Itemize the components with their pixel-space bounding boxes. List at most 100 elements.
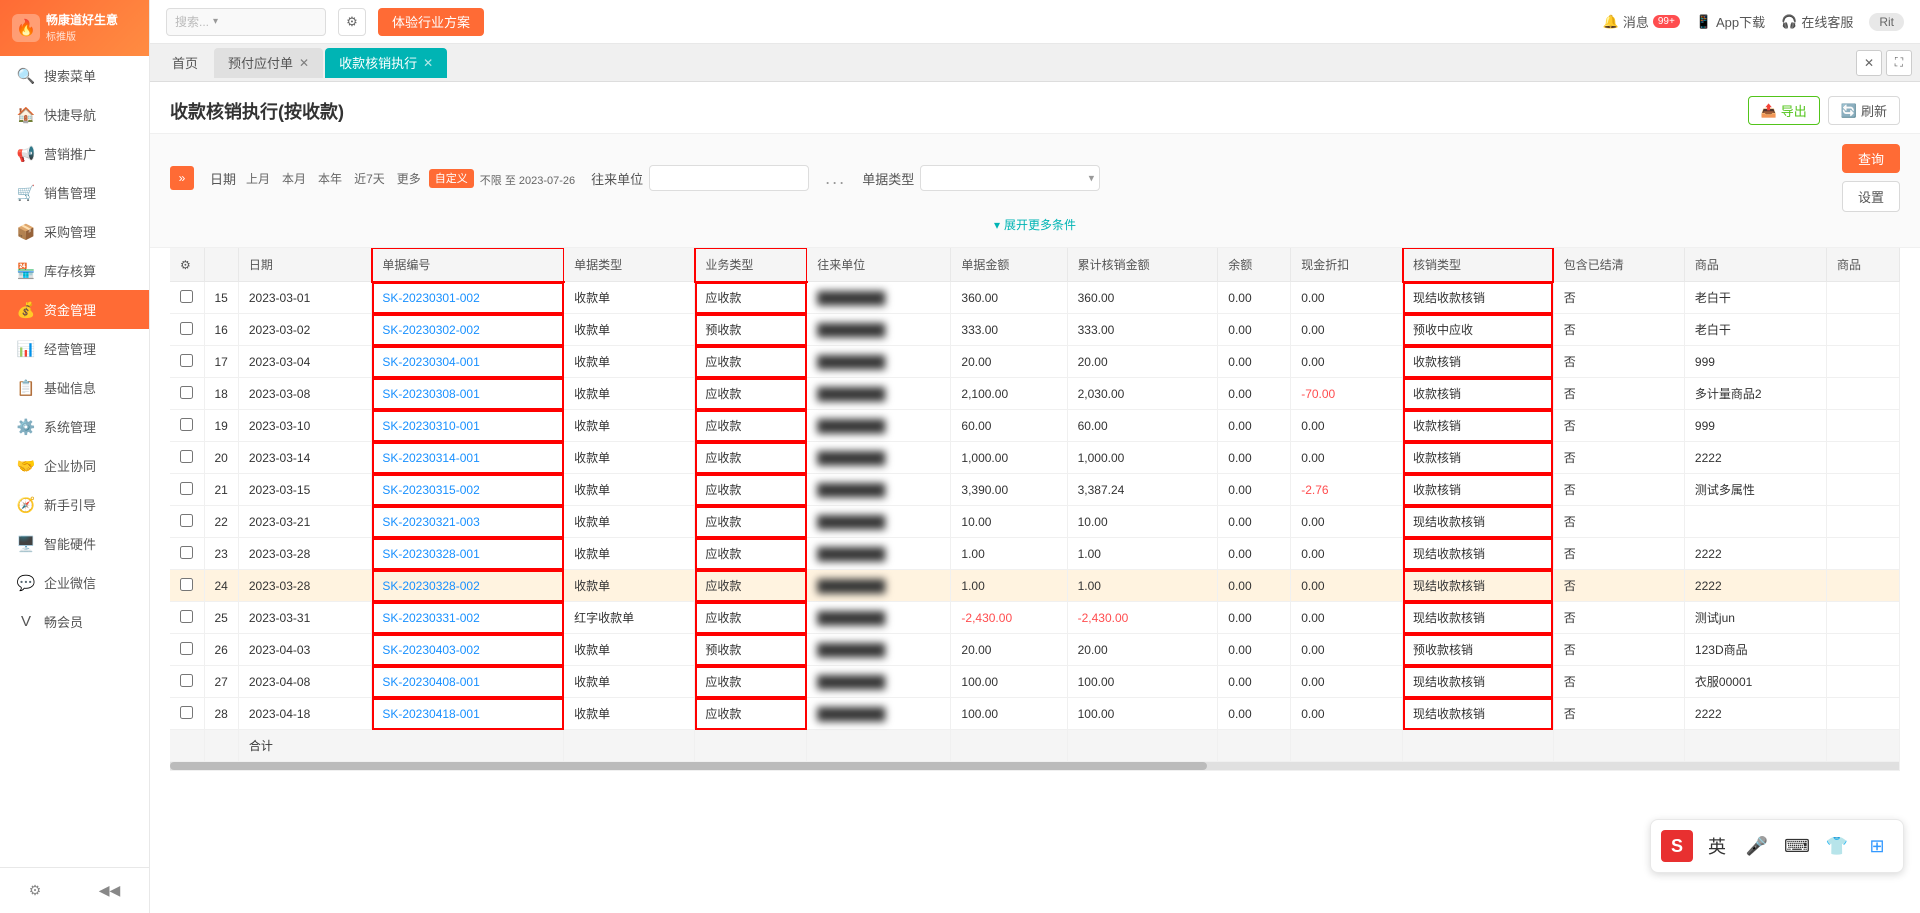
sidebar-item-quick-nav[interactable]: 🏠快捷导航 xyxy=(0,95,149,134)
tab-receipt-verify[interactable]: 收款核销执行✕ xyxy=(325,48,447,78)
row-checkbox[interactable] xyxy=(170,282,204,314)
receipt-type-select[interactable]: 收款单 红字收款单 xyxy=(920,165,1100,191)
row-checkbox[interactable] xyxy=(170,538,204,570)
user-avatar[interactable]: Rit xyxy=(1869,13,1904,31)
doc-no-link[interactable]: SK-20230403-002 xyxy=(382,643,479,657)
tab-home[interactable]: 首页 xyxy=(158,48,212,78)
doc-no-link[interactable]: SK-20230328-001 xyxy=(382,547,479,561)
date-7days[interactable]: 近7天 xyxy=(350,169,389,188)
app-download-btn[interactable]: 📱 App下载 xyxy=(1696,12,1765,31)
sidebar-item-system[interactable]: ⚙️系统管理 xyxy=(0,407,149,446)
row-doc-no: SK-20230328-002 xyxy=(372,570,564,602)
tab-prepay-list[interactable]: 预付应付单✕ xyxy=(214,48,323,78)
row-date: 2023-03-28 xyxy=(238,570,371,602)
doc-no-link[interactable]: SK-20230328-002 xyxy=(382,579,479,593)
shirt-icon[interactable]: 👕 xyxy=(1821,830,1853,862)
grid-icon[interactable]: ⊞ xyxy=(1861,830,1893,862)
tab-close-prepay-list[interactable]: ✕ xyxy=(299,56,309,70)
row-balance: 0.00 xyxy=(1218,282,1291,314)
solution-btn[interactable]: 体验行业方案 xyxy=(378,8,484,36)
mic-icon[interactable]: 🎤 xyxy=(1741,830,1773,862)
row-checkbox[interactable] xyxy=(170,634,204,666)
sidebar-item-vip[interactable]: V畅会员 xyxy=(0,602,149,641)
date-prev-month[interactable]: 上月 xyxy=(242,169,274,188)
topbar-gear-btn[interactable]: ⚙ xyxy=(338,8,366,36)
row-checkbox[interactable] xyxy=(170,474,204,506)
maximize-tab-btn[interactable]: ⛶ xyxy=(1886,50,1912,76)
doc-no-link[interactable]: SK-20230304-001 xyxy=(382,355,479,369)
sidebar-item-basic-info[interactable]: 📋基础信息 xyxy=(0,368,149,407)
sidebar-item-operations[interactable]: 📊经营管理 xyxy=(0,329,149,368)
sidebar-item-wechat[interactable]: 💬企业微信 xyxy=(0,563,149,602)
sidebar-item-marketing[interactable]: 📢营销推广 xyxy=(0,134,149,173)
text-input-icon[interactable]: 英 xyxy=(1701,830,1733,862)
row-cash-discount: 0.00 xyxy=(1291,538,1403,570)
doc-no-link[interactable]: SK-20230315-002 xyxy=(382,483,479,497)
row-cash-discount: 0.00 xyxy=(1291,666,1403,698)
query-btn[interactable]: 查询 xyxy=(1842,144,1900,173)
date-this-year[interactable]: 本年 xyxy=(314,169,346,188)
row-amount: 1.00 xyxy=(951,570,1067,602)
doc-no-link[interactable]: SK-20230302-002 xyxy=(382,323,479,337)
sidebar-item-sales[interactable]: 🛒销售管理 xyxy=(0,173,149,212)
counterpart-input[interactable] xyxy=(649,165,809,191)
online-service-btn[interactable]: 🎧 在线客服 xyxy=(1781,12,1853,31)
sidebar-collapse-btn[interactable]: ◀◀ xyxy=(89,876,131,905)
tab-close-receipt-verify[interactable]: ✕ xyxy=(423,56,433,70)
row-checkbox[interactable] xyxy=(170,410,204,442)
date-this-month[interactable]: 本月 xyxy=(278,169,310,188)
close-tab-btn[interactable]: ✕ xyxy=(1856,50,1882,76)
sidebar-item-hardware[interactable]: 🖥️智能硬件 xyxy=(0,524,149,563)
doc-no-link[interactable]: SK-20230321-003 xyxy=(382,515,479,529)
row-verified-amount: 100.00 xyxy=(1067,666,1218,698)
filter-setting-btn[interactable]: 设置 xyxy=(1842,181,1900,212)
expand-conditions-btn[interactable]: ▾ 展开更多条件 xyxy=(994,216,1076,233)
date-more[interactable]: 更多 xyxy=(393,169,425,188)
floating-panel: S 英 🎤 ⌨ 👕 ⊞ xyxy=(1650,819,1904,873)
row-checkbox[interactable] xyxy=(170,378,204,410)
counterpart-label: 往来单位 xyxy=(591,169,643,188)
logo-text: 畅康道好生意 xyxy=(46,13,118,29)
doc-no-link[interactable]: SK-20230314-001 xyxy=(382,451,479,465)
filter-toggle-btn[interactable]: » xyxy=(170,166,194,190)
sidebar-item-guide[interactable]: 🧭新手引导 xyxy=(0,485,149,524)
row-checkbox[interactable] xyxy=(170,442,204,474)
brand-floating-icon[interactable]: S xyxy=(1661,830,1693,862)
counterpart-blurred: ████████ xyxy=(817,291,885,305)
horizontal-scrollbar[interactable] xyxy=(170,762,1207,770)
sidebar-item-purchase[interactable]: 📦采购管理 xyxy=(0,212,149,251)
keyboard-icon[interactable]: ⌨ xyxy=(1781,830,1813,862)
col-settings[interactable]: ⚙ xyxy=(170,248,204,282)
doc-no-link[interactable]: SK-20230301-002 xyxy=(382,291,479,305)
doc-no-link[interactable]: SK-20230408-001 xyxy=(382,675,479,689)
export-btn[interactable]: 📤 导出 xyxy=(1748,96,1820,125)
topbar-search[interactable]: 搜索... ▾ xyxy=(166,8,326,36)
row-date: 2023-03-02 xyxy=(238,314,371,346)
corp-collab-icon: 🤝 xyxy=(16,457,36,475)
row-checkbox[interactable] xyxy=(170,346,204,378)
date-custom-btn[interactable]: 自定义 xyxy=(429,169,474,188)
sidebar-item-inventory[interactable]: 🏪库存核算 xyxy=(0,251,149,290)
doc-no-link[interactable]: SK-20230310-001 xyxy=(382,419,479,433)
row-checkbox[interactable] xyxy=(170,698,204,730)
more-filters-dots[interactable]: ... xyxy=(825,168,846,189)
row-checkbox[interactable] xyxy=(170,506,204,538)
row-checkbox[interactable] xyxy=(170,570,204,602)
notification-btn[interactable]: 🔔 消息 99+ xyxy=(1603,12,1680,31)
row-checkbox[interactable] xyxy=(170,666,204,698)
row-counterpart: ████████ xyxy=(807,346,951,378)
refresh-btn[interactable]: 🔄 刷新 xyxy=(1828,96,1900,125)
sidebar-item-corp-collab[interactable]: 🤝企业协同 xyxy=(0,446,149,485)
sidebar-item-search-menu[interactable]: 🔍搜索菜单 xyxy=(0,56,149,95)
filter-row: » 日期 上月 本月 本年 近7天 更多 自定义 不限 至 2023-07-26 xyxy=(170,144,1900,212)
sidebar-settings-btn[interactable]: ⚙ xyxy=(19,876,52,905)
sidebar-item-finance[interactable]: 💰资金管理 xyxy=(0,290,149,329)
doc-no-link[interactable]: SK-20230331-002 xyxy=(382,611,479,625)
doc-no-link[interactable]: SK-20230308-001 xyxy=(382,387,479,401)
row-checkbox[interactable] xyxy=(170,602,204,634)
row-include-settled: 否 xyxy=(1553,314,1684,346)
row-checkbox[interactable] xyxy=(170,314,204,346)
doc-no-link[interactable]: SK-20230418-001 xyxy=(382,707,479,721)
row-goods2 xyxy=(1826,346,1899,378)
table-row: 26 2023-04-03 SK-20230403-002 收款单 预收款 ██… xyxy=(170,634,1900,666)
